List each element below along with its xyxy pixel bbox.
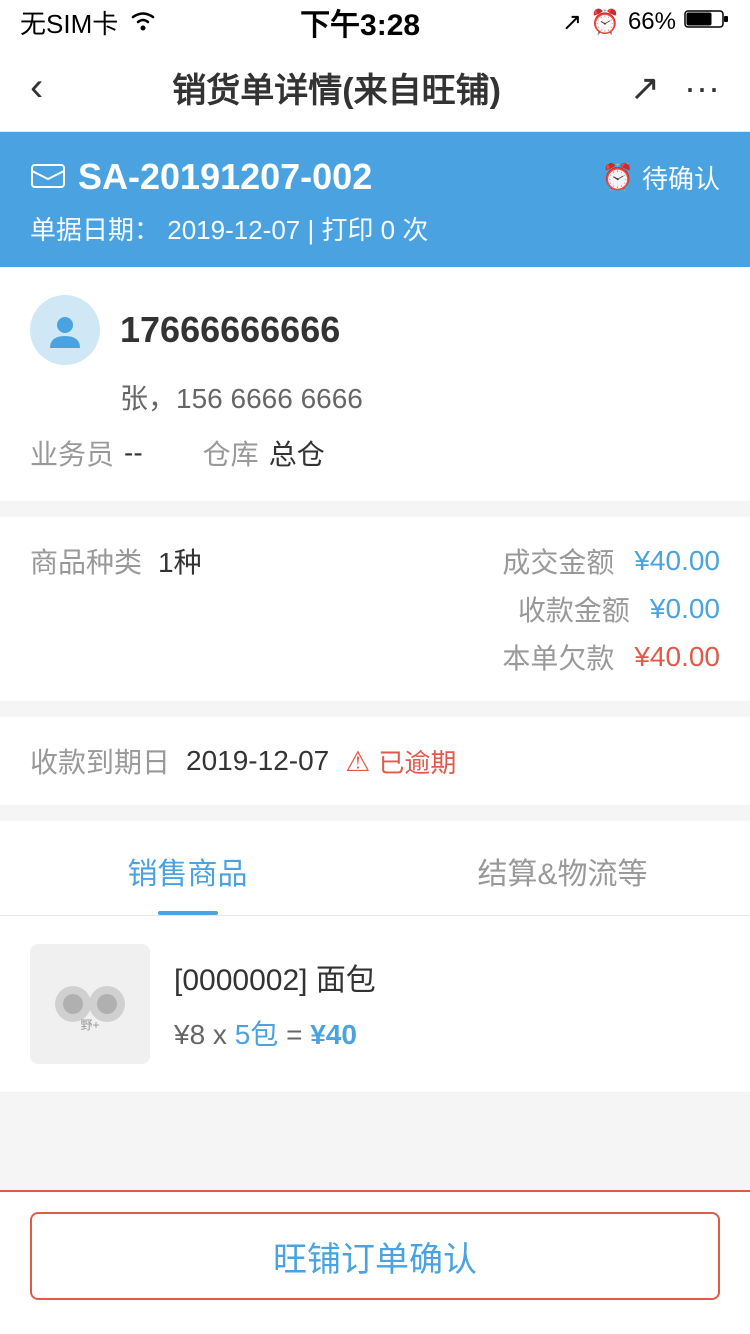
wifi-icon (128, 7, 158, 38)
tab-settlement-logistics[interactable]: 结算&物流等 (375, 821, 750, 915)
product-type: 商品种类 1种 (30, 541, 202, 581)
collection-value: ¥0.00 (650, 593, 720, 625)
warehouse-meta: 仓库 总仓 (203, 433, 325, 473)
order-status: ⏰ 待确认 (602, 159, 720, 196)
overdue-badge: ⚠ 已逾期 (345, 743, 456, 780)
date-value: 2019-12-07 (167, 215, 300, 245)
nav-actions: ↗ ··· (630, 67, 720, 109)
sales-label: 业务员 (30, 433, 114, 473)
product-code: [0000002] (174, 964, 307, 997)
status-right: ↗ ⏰ 66% (562, 8, 730, 37)
product-type-label: 商品种类 (30, 541, 142, 581)
due-date-section: 收款到期日 2019-12-07 ⚠ 已逾期 (0, 717, 750, 805)
print-text: | 打印 0 次 (307, 215, 428, 245)
back-button[interactable]: ‹ (30, 65, 43, 110)
status-bar: 无SIM卡 下午3:28 ↗ ⏰ 66% (0, 0, 750, 44)
product-name: [0000002] 面包 (174, 955, 720, 999)
customer-name: 张，156 6666 6666 (30, 377, 720, 417)
battery-label: 66% (628, 8, 676, 36)
product-calc: ¥8 x 5包 = ¥40 (174, 1013, 720, 1053)
customer-phone: 17666666666 (120, 309, 340, 351)
product-title: 面包 (316, 964, 376, 997)
price-base: ¥8 x (174, 1019, 235, 1050)
status-time: 下午3:28 (300, 0, 420, 44)
alarm-icon: ⏰ (590, 8, 620, 37)
order-type-icon (30, 156, 66, 198)
products-section: 野+ [0000002] 面包 ¥8 x 5包 = ¥40 (0, 916, 750, 1093)
product-qty: 5包 (235, 1019, 279, 1050)
amounts: 成交金额 ¥40.00 收款金额 ¥0.00 本单欠款 ¥40.00 (502, 541, 720, 677)
product-type-value: 1种 (158, 541, 202, 581)
avatar (30, 295, 100, 365)
calc-separator: = (286, 1019, 310, 1050)
due-label: 收款到期日 (30, 741, 170, 781)
debt-amount-row: 本单欠款 ¥40.00 (502, 637, 720, 677)
customer-section: 17666666666 张，156 6666 6666 业务员 -- 仓库 总仓 (0, 267, 750, 501)
collection-amount-row: 收款金额 ¥0.00 (518, 589, 720, 629)
svg-text:野+: 野+ (80, 1018, 99, 1032)
carrier-label: 无SIM卡 (20, 4, 118, 41)
sales-meta: 业务员 -- (30, 433, 143, 473)
deal-amount-label: 成交金额 (502, 541, 614, 581)
due-date-value: 2019-12-07 (186, 745, 329, 777)
confirm-order-button[interactable]: 旺铺订单确认 (30, 1212, 720, 1300)
warehouse-label: 仓库 (203, 433, 259, 473)
bottom-bar: 旺铺订单确认 (0, 1190, 750, 1334)
battery-icon (684, 8, 730, 37)
debt-value: ¥40.00 (634, 641, 720, 673)
summary-section: 商品种类 1种 成交金额 ¥40.00 收款金额 ¥0.00 本单欠款 ¥40.… (0, 517, 750, 701)
customer-meta: 业务员 -- 仓库 总仓 (30, 433, 720, 473)
collection-label: 收款金额 (518, 589, 630, 629)
deal-amount-row: 成交金额 ¥40.00 (502, 541, 720, 581)
product-total: ¥40 (310, 1019, 357, 1050)
status-clock-icon: ⏰ (602, 162, 634, 193)
warehouse-value: 总仓 (269, 433, 325, 473)
product-image: 野+ (30, 944, 150, 1064)
share-icon[interactable]: ↗ (630, 67, 660, 109)
page-title: 销货单详情(来自旺铺) (172, 63, 501, 112)
order-id: SA-20191207-002 (78, 156, 372, 198)
product-info: [0000002] 面包 ¥8 x 5包 = ¥40 (174, 955, 720, 1053)
product-item: 野+ [0000002] 面包 ¥8 x 5包 = ¥40 (0, 916, 750, 1093)
order-header-card: SA-20191207-002 ⏰ 待确认 单据日期： 2019-12-07 |… (0, 132, 750, 267)
sales-value: -- (124, 437, 143, 469)
order-number: SA-20191207-002 (30, 156, 372, 198)
order-date-row: 单据日期： 2019-12-07 | 打印 0 次 (30, 210, 720, 247)
overdue-alert-icon: ⚠ (345, 745, 370, 778)
deal-amount-value: ¥40.00 (634, 545, 720, 577)
status-text: 待确认 (642, 159, 720, 196)
location-icon: ↗ (562, 8, 582, 37)
status-left: 无SIM卡 (20, 4, 158, 41)
nav-bar: ‹ 销货单详情(来自旺铺) ↗ ··· (0, 44, 750, 132)
date-label: 单据日期： (30, 215, 160, 245)
tab-sales-products[interactable]: 销售商品 (0, 821, 375, 915)
more-icon[interactable]: ··· (684, 67, 720, 109)
overdue-text: 已逾期 (378, 743, 456, 780)
tabs-section: 销售商品 结算&物流等 (0, 821, 750, 916)
debt-label: 本单欠款 (502, 637, 614, 677)
